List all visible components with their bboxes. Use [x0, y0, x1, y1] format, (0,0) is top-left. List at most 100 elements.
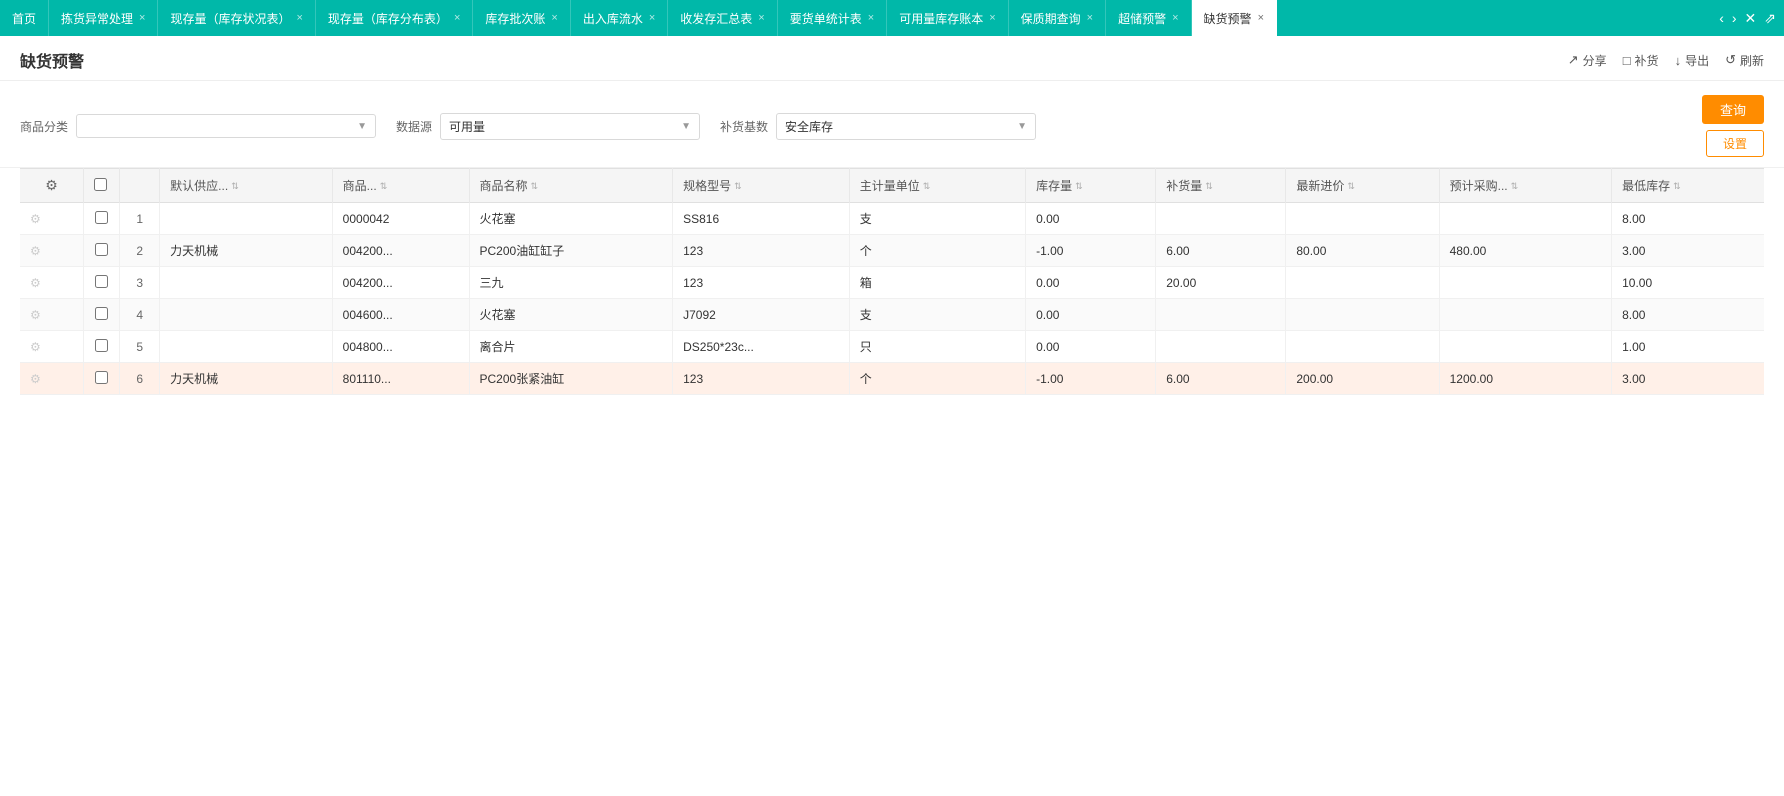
col-header-est_purchase[interactable]: 预计采购...⇅ [1439, 169, 1612, 203]
tab-close-icon[interactable]: × [758, 12, 764, 24]
tab-order-stats[interactable]: 要货单统计表 × [778, 0, 887, 36]
datasource-select[interactable]: 可用量 ▼ [440, 113, 700, 140]
gear-settings-icon[interactable]: ⚙ [30, 177, 73, 194]
col-header-unit[interactable]: 主计量单位⇅ [849, 169, 1025, 203]
tab-close-icon[interactable]: × [551, 12, 557, 24]
cell-latest_price [1286, 331, 1439, 363]
tab-home[interactable]: 首页 [0, 0, 49, 36]
cell-latest_price [1286, 299, 1439, 331]
sort-icon-spec: ⇅ [734, 181, 742, 192]
cell-goods_code: 0000042 [332, 203, 469, 235]
tab-next-button[interactable]: › [1728, 10, 1741, 26]
tab-close-icon[interactable]: × [296, 12, 302, 24]
tab-receipt-summary[interactable]: 收发存汇总表 × [668, 0, 777, 36]
cell-stock: 0.00 [1026, 331, 1156, 363]
query-button[interactable]: 查询 [1702, 95, 1764, 124]
tab-prev-button[interactable]: ‹ [1715, 10, 1728, 26]
page-title: 缺货预警 [20, 48, 1568, 72]
cell-stock: 0.00 [1026, 203, 1156, 235]
replenish-button[interactable]: □ 补货 [1623, 52, 1659, 69]
cell-num: 5 [120, 331, 160, 363]
tab-close-all-button[interactable]: ✕ [1741, 10, 1761, 27]
col-header-spec[interactable]: 规格型号⇅ [673, 169, 850, 203]
tab-maximize-button[interactable]: ⇗ [1760, 10, 1780, 27]
row-checkbox[interactable] [95, 243, 108, 256]
tab-expiry-query[interactable]: 保质期查询 × [1009, 0, 1106, 36]
col-header-check [84, 169, 120, 203]
row-checkbox[interactable] [95, 307, 108, 320]
tab-close-icon[interactable]: × [1087, 12, 1093, 24]
col-header-latest_price[interactable]: 最新进价⇅ [1286, 169, 1439, 203]
tab-close-icon[interactable]: × [139, 12, 145, 24]
tab-nav-buttons: ‹ › ✕ ⇗ [1711, 10, 1784, 27]
col-header-replenish_qty[interactable]: 补货量⇅ [1156, 169, 1286, 203]
table-row: ⚙6力天机械801110...PC200张紧油缸123个-1.006.00200… [20, 363, 1764, 395]
cell-goods_name: 火花塞 [469, 203, 673, 235]
cell-min_stock: 1.00 [1612, 331, 1764, 363]
tab-batch-account[interactable]: 库存批次账 × [473, 0, 570, 36]
tab-label: 首页 [12, 10, 36, 27]
cell-goods_name: 火花塞 [469, 299, 673, 331]
replenish-base-label: 补货基数 [720, 118, 768, 135]
export-button[interactable]: ↓ 导出 [1675, 52, 1710, 69]
tab-label: 缺货预警 [1204, 10, 1252, 27]
tab-close-icon[interactable]: × [989, 12, 995, 24]
cell-spec: 123 [673, 235, 850, 267]
filter-actions: 查询 设置 [1702, 95, 1764, 157]
category-select[interactable]: ▼ [76, 114, 376, 138]
tab-inout-flow[interactable]: 出入库流水 × [571, 0, 668, 36]
tab-shortage[interactable]: 缺货预警 × [1192, 0, 1277, 36]
tab-close-icon[interactable]: × [1258, 12, 1264, 24]
page-header: 缺货预警 ↗ 分享 □ 补货 ↓ 导出 ↺ 刷新 [0, 36, 1784, 81]
tab-close-icon[interactable]: × [1172, 12, 1178, 24]
tab-inventory-dist[interactable]: 现存量（库存分布表） × [316, 0, 473, 36]
export-icon: ↓ [1675, 53, 1682, 68]
tab-close-icon[interactable]: × [868, 12, 874, 24]
col-header-goods_code[interactable]: 商品...⇅ [332, 169, 469, 203]
sort-icon-est_purchase: ⇅ [1511, 181, 1519, 192]
tab-close-icon[interactable]: × [454, 12, 460, 24]
tab-abnormal[interactable]: 拣货异常处理 × [49, 0, 158, 36]
settings-button[interactable]: 设置 [1706, 130, 1764, 157]
row-checkbox[interactable] [95, 371, 108, 384]
select-all-checkbox[interactable] [94, 178, 107, 191]
cell-gear: ⚙ [20, 267, 84, 299]
tab-available-ledger[interactable]: 可用量库存账本 × [887, 0, 1008, 36]
cell-goods_code: 004800... [332, 331, 469, 363]
row-checkbox[interactable] [95, 211, 108, 224]
cell-latest_price [1286, 203, 1439, 235]
cell-spec: 123 [673, 267, 850, 299]
cell-min_stock: 10.00 [1612, 267, 1764, 299]
row-checkbox[interactable] [95, 339, 108, 352]
cell-spec: 123 [673, 363, 850, 395]
share-button[interactable]: ↗ 分享 [1568, 52, 1607, 69]
cell-goods_name: 离合片 [469, 331, 673, 363]
col-header-supplier[interactable]: 默认供应...⇅ [160, 169, 333, 203]
main-content: 缺货预警 ↗ 分享 □ 补货 ↓ 导出 ↺ 刷新 商品分类 [0, 36, 1784, 796]
col-header-min_stock[interactable]: 最低库存⇅ [1612, 169, 1764, 203]
category-label: 商品分类 [20, 118, 68, 135]
table-row: ⚙3004200...三九123箱0.0020.0010.00 [20, 267, 1764, 299]
datasource-arrow-icon: ▼ [681, 121, 691, 132]
row-checkbox[interactable] [95, 275, 108, 288]
sort-icon-latest_price: ⇅ [1347, 181, 1355, 192]
replenish-icon: □ [1623, 53, 1631, 68]
col-header-goods_name[interactable]: 商品名称⇅ [469, 169, 673, 203]
tab-close-icon[interactable]: × [649, 12, 655, 24]
cell-min_stock: 3.00 [1612, 235, 1764, 267]
tab-label: 现存量（库存状况表） [170, 10, 290, 27]
col-header-stock[interactable]: 库存量⇅ [1026, 169, 1156, 203]
sort-icon-stock: ⇅ [1075, 181, 1083, 192]
cell-check [84, 363, 120, 395]
replenish-base-select[interactable]: 安全库存 ▼ [776, 113, 1036, 140]
row-gear-icon: ⚙ [30, 308, 41, 322]
row-gear-icon: ⚙ [30, 372, 41, 386]
cell-check [84, 203, 120, 235]
row-gear-icon: ⚙ [30, 340, 41, 354]
replenish-base-arrow-icon: ▼ [1017, 121, 1027, 132]
datasource-label: 数据源 [396, 118, 432, 135]
cell-check [84, 235, 120, 267]
tab-inventory-status[interactable]: 现存量（库存状况表） × [158, 0, 315, 36]
refresh-button[interactable]: ↺ 刷新 [1725, 52, 1764, 69]
tab-overstock[interactable]: 超储预警 × [1106, 0, 1191, 36]
